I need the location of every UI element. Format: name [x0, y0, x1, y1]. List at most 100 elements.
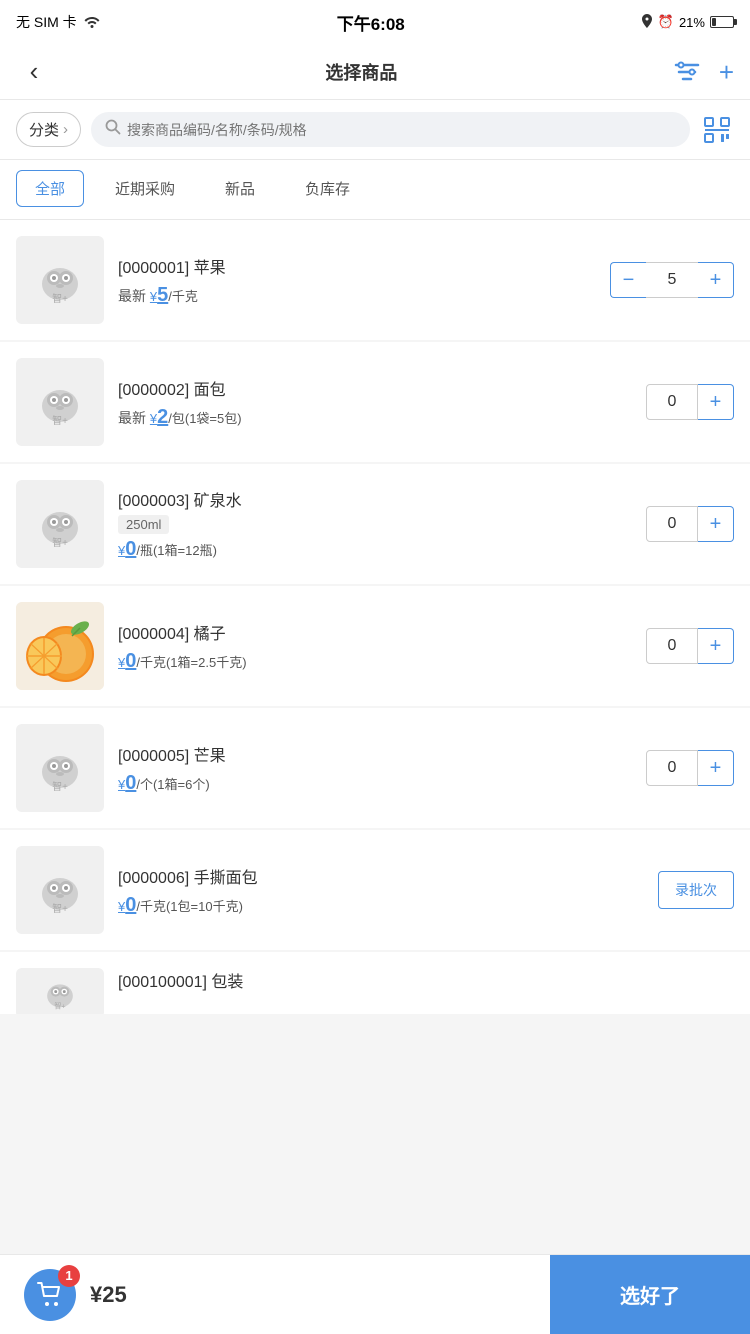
- qty-input[interactable]: [646, 750, 698, 786]
- qty-input[interactable]: [646, 506, 698, 542]
- placeholder-owl-icon: 智+: [32, 496, 88, 552]
- product-name: [0000005] 芒果: [118, 742, 632, 766]
- product-name: [0000006] 手撕面包: [118, 864, 644, 888]
- scan-icon-button[interactable]: [700, 113, 734, 147]
- product-price: ¥0/千克(1包=10千克): [118, 894, 644, 917]
- qty-control: − +: [610, 262, 734, 298]
- product-image: 智+: [16, 480, 104, 568]
- category-button[interactable]: 分类 ›: [16, 112, 81, 147]
- qty-input[interactable]: [646, 628, 698, 664]
- price-num: 0: [125, 650, 136, 672]
- price-num: 5: [157, 284, 168, 306]
- placeholder-owl-icon: 智+: [32, 252, 88, 308]
- qty-plus-button[interactable]: +: [698, 506, 734, 542]
- qty-control: +: [646, 506, 734, 542]
- search-input[interactable]: [127, 122, 676, 138]
- product-info: [000100001] 包装: [118, 968, 734, 992]
- placeholder-owl-icon: 智+: [40, 973, 80, 1013]
- price-num: 0: [125, 772, 136, 794]
- cart-icon: [36, 1281, 64, 1309]
- price-num: 0: [125, 538, 136, 560]
- status-left: 无 SIM 卡: [16, 12, 101, 32]
- search-icon: [105, 119, 121, 140]
- placeholder-owl-icon: 智+: [32, 862, 88, 918]
- price-num: 0: [125, 894, 136, 916]
- svg-text:智+: 智+: [52, 414, 68, 427]
- price-unit: /包(1袋=5包): [168, 411, 241, 426]
- product-image: 智+: [16, 724, 104, 812]
- nav-title: 选择商品: [52, 59, 671, 85]
- svg-text:智+: 智+: [54, 1002, 65, 1011]
- product-image: 智+: [16, 236, 104, 324]
- list-item-partial: 智+ [000100001] 包装: [0, 952, 750, 1014]
- list-item: 智+ [0000001] 苹果 最新 ¥5/千克 − +: [0, 220, 750, 340]
- qty-plus-button[interactable]: +: [698, 262, 734, 298]
- product-info: [0000004] 橘子 ¥0/千克(1箱=2.5千克): [118, 620, 632, 673]
- price-unit: /千克(1箱=2.5千克): [136, 655, 246, 670]
- list-item: 智+ [0000003] 矿泉水 250ml ¥0/瓶(1箱=12瓶) +: [0, 464, 750, 584]
- battery-percent: 21%: [679, 15, 705, 30]
- list-item: 智+ [0000006] 手撕面包 ¥0/千克(1包=10千克) 录批次: [0, 830, 750, 950]
- qty-control: +: [646, 628, 734, 664]
- list-item: 智+ [0000005] 芒果 ¥0/个(1箱=6个) +: [0, 708, 750, 828]
- tab-negative-stock[interactable]: 负库存: [286, 170, 369, 207]
- filter-icon-button[interactable]: [671, 56, 703, 88]
- product-price: ¥0/瓶(1箱=12瓶): [118, 538, 632, 561]
- scan-icon: [703, 116, 731, 144]
- product-info: [0000005] 芒果 ¥0/个(1箱=6个): [118, 742, 632, 795]
- wifi-icon: [83, 14, 101, 31]
- record-batch-button[interactable]: 录批次: [658, 871, 734, 909]
- product-info: [0000003] 矿泉水 250ml ¥0/瓶(1箱=12瓶): [118, 487, 632, 561]
- add-icon-button[interactable]: +: [719, 59, 734, 85]
- cart-area: 1 ¥25: [0, 1269, 550, 1321]
- tab-recent-purchase[interactable]: 近期采购: [96, 170, 194, 207]
- product-image: [16, 602, 104, 690]
- tab-all[interactable]: 全部: [16, 170, 84, 207]
- filter-icon: [674, 60, 700, 84]
- price-unit: /个(1箱=6个): [136, 777, 209, 792]
- product-info: [0000002] 面包 最新 ¥2/包(1袋=5包): [118, 376, 632, 429]
- product-price: ¥0/千克(1箱=2.5千克): [118, 650, 632, 673]
- qty-control: +: [646, 384, 734, 420]
- product-name: [0000004] 橘子: [118, 620, 632, 644]
- alarm-icon: ⏰: [658, 14, 674, 30]
- confirm-button[interactable]: 选好了: [550, 1255, 750, 1334]
- category-label: 分类: [29, 119, 59, 140]
- location-icon: [641, 14, 653, 31]
- placeholder-owl-icon: 智+: [32, 740, 88, 796]
- product-price: 最新 ¥2/包(1袋=5包): [118, 406, 632, 429]
- placeholder-owl-icon: 智+: [32, 374, 88, 430]
- qty-input[interactable]: [646, 384, 698, 420]
- qty-plus-button[interactable]: +: [698, 750, 734, 786]
- product-image: 智+: [16, 358, 104, 446]
- qty-control: +: [646, 750, 734, 786]
- qty-input[interactable]: [646, 262, 698, 298]
- back-button[interactable]: ‹: [16, 54, 52, 90]
- price-unit: /瓶(1箱=12瓶): [136, 543, 217, 558]
- product-info: [0000001] 苹果 最新 ¥5/千克: [118, 254, 596, 307]
- svg-text:智+: 智+: [52, 536, 68, 549]
- tab-new-product[interactable]: 新品: [206, 170, 274, 207]
- price-unit: /千克(1包=10千克): [136, 899, 243, 914]
- product-name: [000100001] 包装: [118, 968, 734, 992]
- nav-bar: ‹ 选择商品 +: [0, 44, 750, 100]
- qty-plus-button[interactable]: +: [698, 384, 734, 420]
- cart-badge: 1: [58, 1265, 80, 1287]
- price-unit: /千克: [168, 289, 198, 304]
- battery-icon: [710, 16, 734, 28]
- svg-text:智+: 智+: [52, 902, 68, 915]
- svg-text:智+: 智+: [52, 292, 68, 305]
- qty-minus-button[interactable]: −: [610, 262, 646, 298]
- product-name: [0000001] 苹果: [118, 254, 596, 278]
- status-bar: 无 SIM 卡 下午6:08 ⏰ 21%: [0, 0, 750, 44]
- cart-icon-wrap[interactable]: 1: [24, 1269, 76, 1321]
- svg-text:智+: 智+: [52, 780, 68, 793]
- price-label: 最新: [118, 288, 150, 304]
- product-price: 最新 ¥5/千克: [118, 284, 596, 307]
- product-price: ¥0/个(1箱=6个): [118, 772, 632, 795]
- search-input-wrap: [91, 112, 690, 147]
- qty-plus-button[interactable]: +: [698, 628, 734, 664]
- orange-image-icon: [16, 602, 104, 690]
- price-label: 最新: [118, 410, 150, 426]
- cart-total: ¥25: [90, 1282, 127, 1308]
